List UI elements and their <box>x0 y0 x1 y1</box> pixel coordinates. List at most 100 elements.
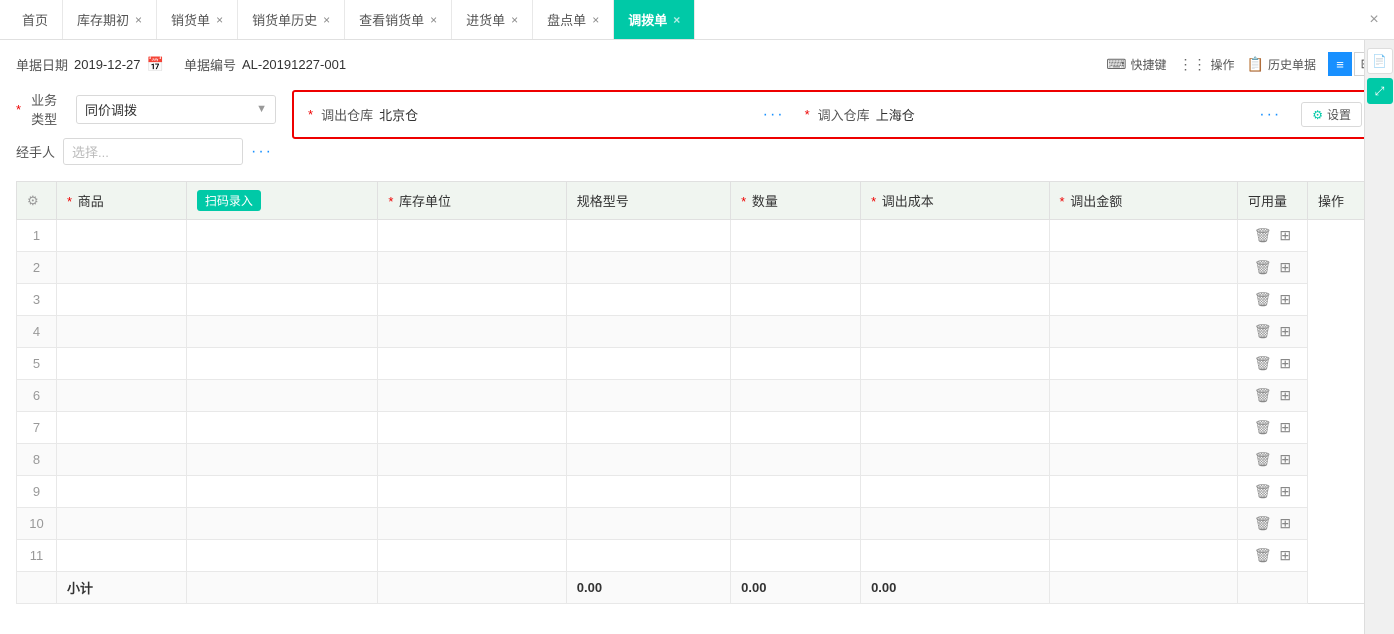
copy-icon[interactable]: ⊞ <box>1279 323 1291 339</box>
shortcut-btn[interactable]: ⌨ 快捷键 <box>1106 56 1166 73</box>
agent-more-btn[interactable]: ··· <box>251 143 273 161</box>
row-cost-5[interactable] <box>731 348 861 380</box>
copy-icon[interactable]: ⊞ <box>1279 515 1291 531</box>
row-product-3[interactable] <box>57 284 187 316</box>
delete-icon[interactable]: 🗑 <box>1254 515 1272 531</box>
row-qty-4[interactable] <box>566 316 730 348</box>
tab-purchase[interactable]: 进货单 × <box>452 0 533 39</box>
row-amount-7[interactable] <box>861 412 1049 444</box>
row-qty-1[interactable] <box>566 220 730 252</box>
delete-icon[interactable]: 🗑 <box>1254 259 1272 275</box>
row-qty-11[interactable] <box>566 540 730 572</box>
row-product-10[interactable] <box>57 508 187 540</box>
tab-sales-order-close[interactable]: × <box>216 13 223 27</box>
row-cost-7[interactable] <box>731 412 861 444</box>
delete-icon[interactable]: 🗑 <box>1254 355 1272 371</box>
row-product-1[interactable] <box>57 220 187 252</box>
in-warehouse-more-btn[interactable]: ··· <box>1259 106 1281 124</box>
copy-icon[interactable]: ⊞ <box>1279 483 1291 499</box>
tab-sales-history[interactable]: 销货单历史 × <box>238 0 345 39</box>
delete-icon[interactable]: 🗑 <box>1254 451 1272 467</box>
tab-view-sales-close[interactable]: × <box>430 13 437 27</box>
date-value[interactable]: 2019-12-27 <box>74 57 141 72</box>
out-warehouse-value[interactable]: 北京仓 <box>379 105 757 124</box>
row-product-6[interactable] <box>57 380 187 412</box>
sidebar-expand-icon[interactable]: ⤢ <box>1367 78 1393 104</box>
delete-icon[interactable]: 🗑 <box>1254 547 1272 563</box>
scan-entry-btn[interactable]: 扫码录入 <box>197 190 261 211</box>
list-view-btn[interactable]: ≡ <box>1328 52 1352 76</box>
copy-icon[interactable]: ⊞ <box>1279 227 1291 243</box>
delete-icon[interactable]: 🗑 <box>1254 419 1272 435</box>
row-cost-1[interactable] <box>731 220 861 252</box>
copy-icon[interactable]: ⊞ <box>1279 259 1291 275</box>
tab-view-sales[interactable]: 查看销货单 × <box>345 0 452 39</box>
row-amount-2[interactable] <box>861 252 1049 284</box>
copy-icon[interactable]: ⊞ <box>1279 451 1291 467</box>
row-amount-4[interactable] <box>861 316 1049 348</box>
row-qty-2[interactable] <box>566 252 730 284</box>
tab-stocktake-close[interactable]: × <box>592 13 599 27</box>
copy-icon[interactable]: ⊞ <box>1279 547 1291 563</box>
row-cost-6[interactable] <box>731 380 861 412</box>
calendar-icon[interactable]: 📅 <box>147 56 164 73</box>
settings-button[interactable]: ⚙ 设置 <box>1301 102 1362 127</box>
row-amount-11[interactable] <box>861 540 1049 572</box>
row-product-2[interactable] <box>57 252 187 284</box>
history-btn[interactable]: 📋 历史单据 <box>1247 56 1316 73</box>
row-amount-3[interactable] <box>861 284 1049 316</box>
row-qty-8[interactable] <box>566 444 730 476</box>
tab-sales-history-close[interactable]: × <box>323 13 330 27</box>
operation-btn[interactable]: ⋮⋮ 操作 <box>1179 56 1235 73</box>
delete-icon[interactable]: 🗑 <box>1254 227 1272 243</box>
row-amount-6[interactable] <box>861 380 1049 412</box>
row-qty-10[interactable] <box>566 508 730 540</box>
th-gear[interactable]: ⚙ <box>17 182 57 220</box>
row-product-9[interactable] <box>57 476 187 508</box>
copy-icon[interactable]: ⊞ <box>1279 387 1291 403</box>
row-qty-7[interactable] <box>566 412 730 444</box>
row-qty-5[interactable] <box>566 348 730 380</box>
row-qty-3[interactable] <box>566 284 730 316</box>
copy-icon[interactable]: ⊞ <box>1279 291 1291 307</box>
copy-icon[interactable]: ⊞ <box>1279 419 1291 435</box>
tab-transfer-close[interactable]: × <box>673 13 680 27</box>
row-product-5[interactable] <box>57 348 187 380</box>
agent-select[interactable]: 选择... <box>63 138 243 165</box>
row-amount-10[interactable] <box>861 508 1049 540</box>
row-cost-9[interactable] <box>731 476 861 508</box>
row-cost-11[interactable] <box>731 540 861 572</box>
row-product-7[interactable] <box>57 412 187 444</box>
row-amount-5[interactable] <box>861 348 1049 380</box>
row-amount-9[interactable] <box>861 476 1049 508</box>
delete-icon[interactable]: 🗑 <box>1254 387 1272 403</box>
business-type-select[interactable]: 同价调拨 ▼ <box>76 95 276 124</box>
sidebar-doc-icon[interactable]: 📄 <box>1367 48 1393 74</box>
row-cost-4[interactable] <box>731 316 861 348</box>
row-product-4[interactable] <box>57 316 187 348</box>
close-all-tabs-button[interactable]: × <box>1362 8 1386 32</box>
delete-icon[interactable]: 🗑 <box>1254 323 1272 339</box>
row-cost-10[interactable] <box>731 508 861 540</box>
row-product-11[interactable] <box>57 540 187 572</box>
tab-inventory-init[interactable]: 库存期初 × <box>63 0 157 39</box>
row-cost-8[interactable] <box>731 444 861 476</box>
row-qty-9[interactable] <box>566 476 730 508</box>
tab-transfer[interactable]: 调拨单 × <box>614 0 695 39</box>
row-cost-2[interactable] <box>731 252 861 284</box>
row-amount-8[interactable] <box>861 444 1049 476</box>
row-amount-1[interactable] <box>861 220 1049 252</box>
tab-stocktake[interactable]: 盘点单 × <box>533 0 614 39</box>
tab-inventory-init-close[interactable]: × <box>135 13 142 27</box>
row-qty-6[interactable] <box>566 380 730 412</box>
delete-icon[interactable]: 🗑 <box>1254 483 1272 499</box>
th-scan[interactable]: 扫码录入 <box>186 182 377 220</box>
tab-home[interactable]: 首页 <box>8 0 63 39</box>
in-warehouse-value[interactable]: 上海仓 <box>876 105 1254 124</box>
delete-icon[interactable]: 🗑 <box>1254 291 1272 307</box>
row-cost-3[interactable] <box>731 284 861 316</box>
row-product-8[interactable] <box>57 444 187 476</box>
tab-sales-order[interactable]: 销货单 × <box>157 0 238 39</box>
out-warehouse-more-btn[interactable]: ··· <box>763 106 785 124</box>
tab-purchase-close[interactable]: × <box>511 13 518 27</box>
